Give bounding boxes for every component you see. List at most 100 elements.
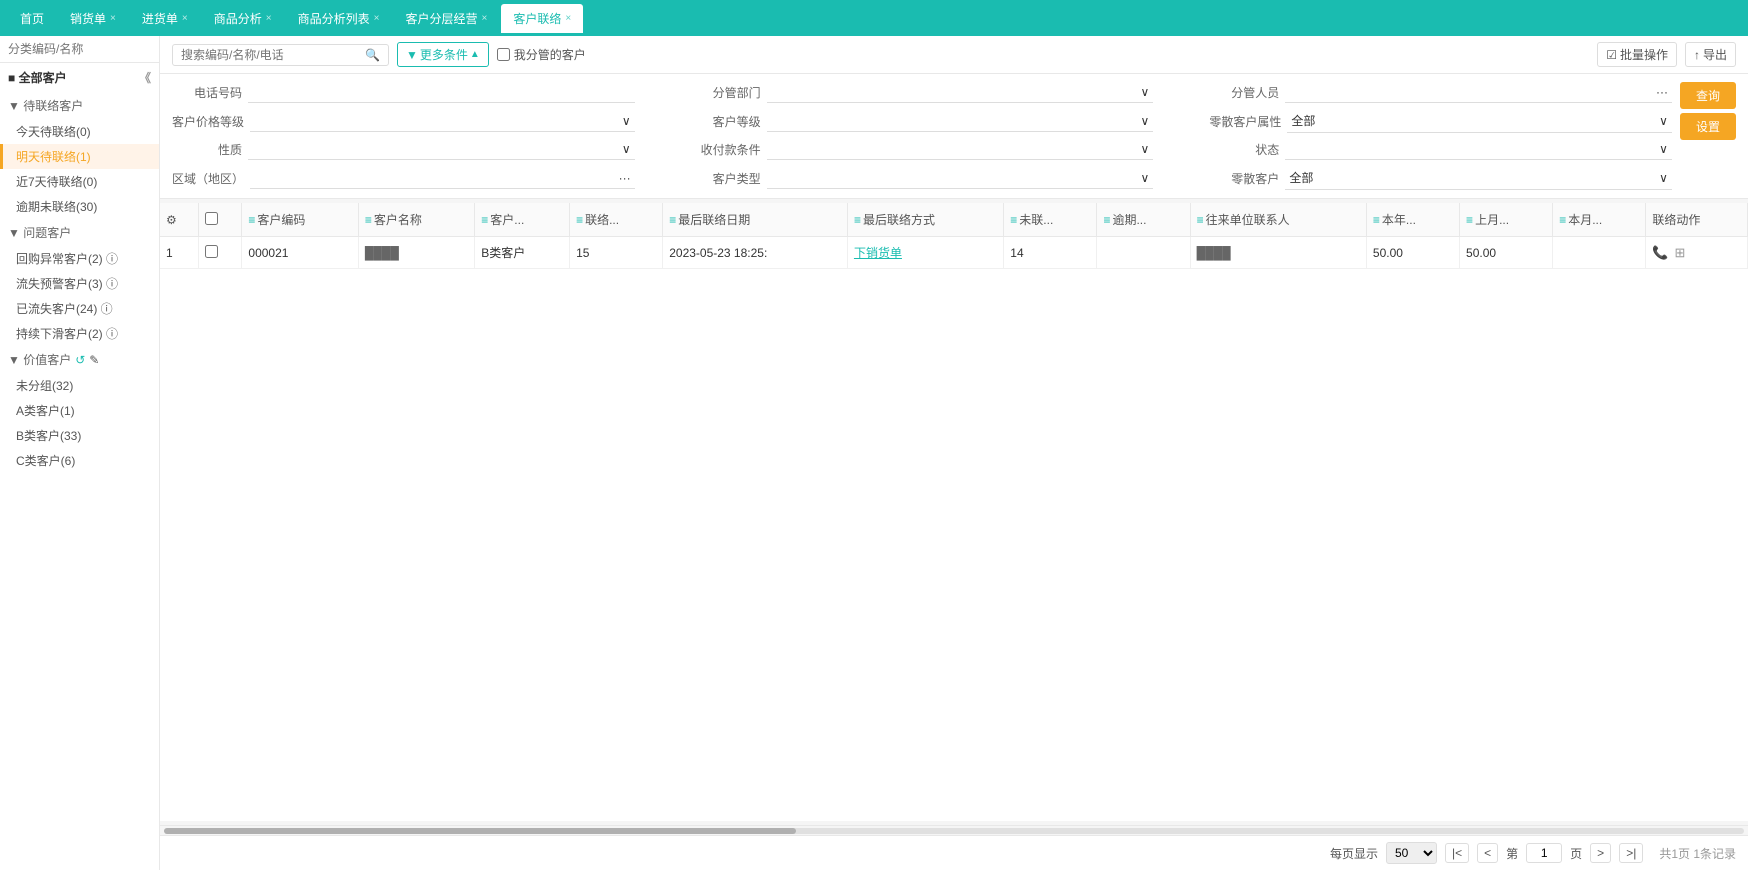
nav-customer-contact[interactable]: 客户联络 × bbox=[501, 4, 583, 33]
region-select[interactable]: ··· bbox=[250, 168, 635, 189]
sidebar-group-problem[interactable]: ▼ 问题客户 bbox=[0, 219, 159, 246]
sidebar-item-churn-warning[interactable]: 流失预警客户(3) ⓘ bbox=[0, 271, 159, 296]
sidebar-item-repurchase-abnormal[interactable]: 回购异常客户(2) ⓘ bbox=[0, 246, 159, 271]
filter-customer-type: 客户类型 ∨ bbox=[691, 168, 1154, 189]
settings-button[interactable]: 设置 bbox=[1680, 113, 1736, 140]
person-select[interactable]: ··· bbox=[1285, 82, 1672, 103]
row-this-month bbox=[1553, 237, 1646, 269]
sidebar-group-pending[interactable]: ▼ 待联络客户 bbox=[0, 92, 159, 119]
sidebar-item-tomorrow[interactable]: 明天待联络(1) bbox=[0, 144, 159, 169]
nav-sales-order[interactable]: 销货单 × bbox=[58, 4, 128, 33]
nav-product-analysis[interactable]: 商品分析 × bbox=[202, 4, 284, 33]
sidebar-all-customers[interactable]: ■ 全部客户 《 bbox=[0, 63, 159, 92]
close-icon[interactable]: × bbox=[266, 13, 272, 24]
chevron-down-icon: ∨ bbox=[1141, 85, 1150, 99]
chevron-down-icon: ∨ bbox=[622, 142, 631, 156]
retail-customer-select[interactable]: 全部 ∨ bbox=[1285, 166, 1672, 190]
first-page-button[interactable]: |< bbox=[1445, 843, 1469, 863]
sidebar-item-7days[interactable]: 近7天待联络(0) bbox=[0, 169, 159, 194]
data-table-container: ⚙ ≡客户编码 ≡客户名称 ≡客户... ≡联络... ≡最后联络日期 ≡最后联… bbox=[160, 203, 1748, 821]
filter-phone: 电话号码 bbox=[172, 82, 635, 103]
page-input[interactable] bbox=[1526, 843, 1562, 863]
filter-person: 分管人员 ··· bbox=[1209, 82, 1672, 103]
filter-row-4: 区域（地区） ··· 客户类型 ∨ bbox=[172, 166, 1672, 190]
sidebar-group-value[interactable]: ▼ 价值客户 ↺ ✎ bbox=[0, 346, 159, 373]
row-last-contact-date: 2023-05-23 18:25: bbox=[663, 237, 848, 269]
payment-select[interactable]: ∨ bbox=[767, 139, 1154, 160]
per-page-select[interactable]: 50 100 200 bbox=[1386, 842, 1437, 864]
search-icon[interactable]: 🔍 bbox=[365, 48, 380, 62]
batch-ops-button[interactable]: ☑ 批量操作 bbox=[1597, 42, 1677, 67]
col-settings[interactable]: ⚙ bbox=[160, 203, 199, 237]
sidebar-item-ungrouped[interactable]: 未分组(32) bbox=[0, 373, 159, 398]
scrollbar-track[interactable] bbox=[164, 828, 1744, 834]
export-button[interactable]: ↑ 导出 bbox=[1685, 42, 1736, 67]
row-checkbox[interactable] bbox=[199, 237, 242, 269]
refresh-icon[interactable]: ↺ bbox=[75, 353, 85, 367]
chevron-down-icon: ∨ bbox=[1659, 142, 1668, 156]
close-icon[interactable]: × bbox=[182, 13, 188, 24]
row-customer-type: B类客户 bbox=[475, 237, 570, 269]
col-checkbox[interactable] bbox=[199, 203, 242, 237]
filter-row-3: 性质 ∨ 收付款条件 ∨ bbox=[172, 139, 1672, 160]
sidebar-item-declining[interactable]: 持续下滑客户(2) ⓘ bbox=[0, 321, 159, 346]
filter-retail-customer: 零散客户 全部 ∨ bbox=[1209, 166, 1672, 190]
customer-table: ⚙ ≡客户编码 ≡客户名称 ≡客户... ≡联络... ≡最后联络日期 ≡最后联… bbox=[160, 203, 1748, 269]
query-button[interactable]: 查询 bbox=[1680, 82, 1736, 109]
col-this-month: ≡本月... bbox=[1553, 203, 1646, 237]
close-icon[interactable]: × bbox=[374, 13, 380, 24]
nav-purchase-order[interactable]: 进货单 × bbox=[130, 4, 200, 33]
customer-level-select[interactable]: ∨ bbox=[767, 111, 1154, 132]
sidebar-search-input[interactable] bbox=[8, 42, 160, 56]
gear-icon[interactable]: ⚙ bbox=[166, 213, 177, 227]
select-all-checkbox[interactable] bbox=[205, 212, 218, 225]
close-icon[interactable]: × bbox=[481, 13, 487, 24]
prev-page-button[interactable]: < bbox=[1477, 843, 1498, 863]
row-last-contact-method[interactable]: 下销货单 bbox=[847, 237, 1003, 269]
retail-attr-select[interactable]: 全部 ∨ bbox=[1287, 109, 1672, 133]
close-icon[interactable]: × bbox=[110, 13, 116, 24]
sidebar-item-overdue[interactable]: 逾期未联络(30) bbox=[0, 194, 159, 219]
phone-input[interactable] bbox=[248, 82, 635, 103]
col-customer-type: ≡客户... bbox=[475, 203, 570, 237]
horizontal-scrollbar[interactable] bbox=[160, 825, 1748, 835]
scrollbar-thumb[interactable] bbox=[164, 828, 796, 834]
nav-home[interactable]: 首页 bbox=[8, 4, 56, 33]
nav-product-analysis-list[interactable]: 商品分析列表 × bbox=[286, 4, 392, 33]
sidebar-item-today[interactable]: 今天待联络(0) bbox=[0, 119, 159, 144]
status-select[interactable]: ∨ bbox=[1285, 139, 1672, 160]
my-customers-checkbox[interactable] bbox=[497, 48, 510, 61]
sidebar-item-b-class[interactable]: B类客户(33) bbox=[0, 423, 159, 448]
dept-select[interactable]: ∨ bbox=[767, 82, 1154, 103]
dots-icon: ··· bbox=[619, 171, 631, 185]
checkbox-icon: ☑ bbox=[1606, 48, 1617, 62]
col-overdue: ≡逾期... bbox=[1097, 203, 1190, 237]
filter-actions: ☑ 批量操作 ↑ 导出 bbox=[1597, 42, 1736, 67]
next-page-button[interactable]: > bbox=[1590, 843, 1611, 863]
chevron-down-icon: ∨ bbox=[1659, 114, 1668, 128]
content-area: 🔍 ▼ 更多条件 ▲ 我分管的客户 ☑ 批量操作 ↑ 导出 bbox=[160, 36, 1748, 870]
close-icon[interactable]: × bbox=[565, 13, 571, 24]
pagination-bar: 每页显示 50 100 200 |< < 第 页 > >| 共1页 1条记录 bbox=[160, 835, 1748, 870]
chevron-down-icon: ∨ bbox=[1141, 142, 1150, 156]
row-no: 1 bbox=[160, 237, 199, 269]
my-customers-toggle[interactable]: 我分管的客户 bbox=[497, 46, 586, 63]
customer-type-select[interactable]: ∨ bbox=[767, 168, 1154, 189]
col-not-contacted: ≡未联... bbox=[1004, 203, 1097, 237]
sidebar-item-c-class[interactable]: C类客户(6) bbox=[0, 448, 159, 473]
filter-buttons: 查询 设置 bbox=[1680, 82, 1736, 190]
more-conditions-button[interactable]: ▼ 更多条件 ▲ bbox=[397, 42, 489, 67]
grid-icon[interactable]: ⊞ bbox=[1675, 245, 1686, 261]
price-level-select[interactable]: ∨ bbox=[250, 111, 635, 132]
phone-icon[interactable]: 📞 bbox=[1652, 245, 1668, 261]
sidebar-item-a-class[interactable]: A类客户(1) bbox=[0, 398, 159, 423]
search-input[interactable] bbox=[181, 48, 361, 62]
nav-customer-layered[interactable]: 客户分层经营 × bbox=[393, 4, 499, 33]
filter-bar: 🔍 ▼ 更多条件 ▲ 我分管的客户 ☑ 批量操作 ↑ 导出 bbox=[160, 36, 1748, 74]
sidebar-item-churned[interactable]: 已流失客户(24) ⓘ bbox=[0, 296, 159, 321]
filter-dept: 分管部门 ∨ bbox=[691, 82, 1154, 103]
sidebar: 🔍 ■ 全部客户 《 ▼ 待联络客户 今天待联络(0) 明天待联络(1) 近7天… bbox=[0, 36, 160, 870]
edit-icon[interactable]: ✎ bbox=[89, 353, 99, 367]
last-page-button[interactable]: >| bbox=[1619, 843, 1643, 863]
nature-select[interactable]: ∨ bbox=[248, 139, 635, 160]
